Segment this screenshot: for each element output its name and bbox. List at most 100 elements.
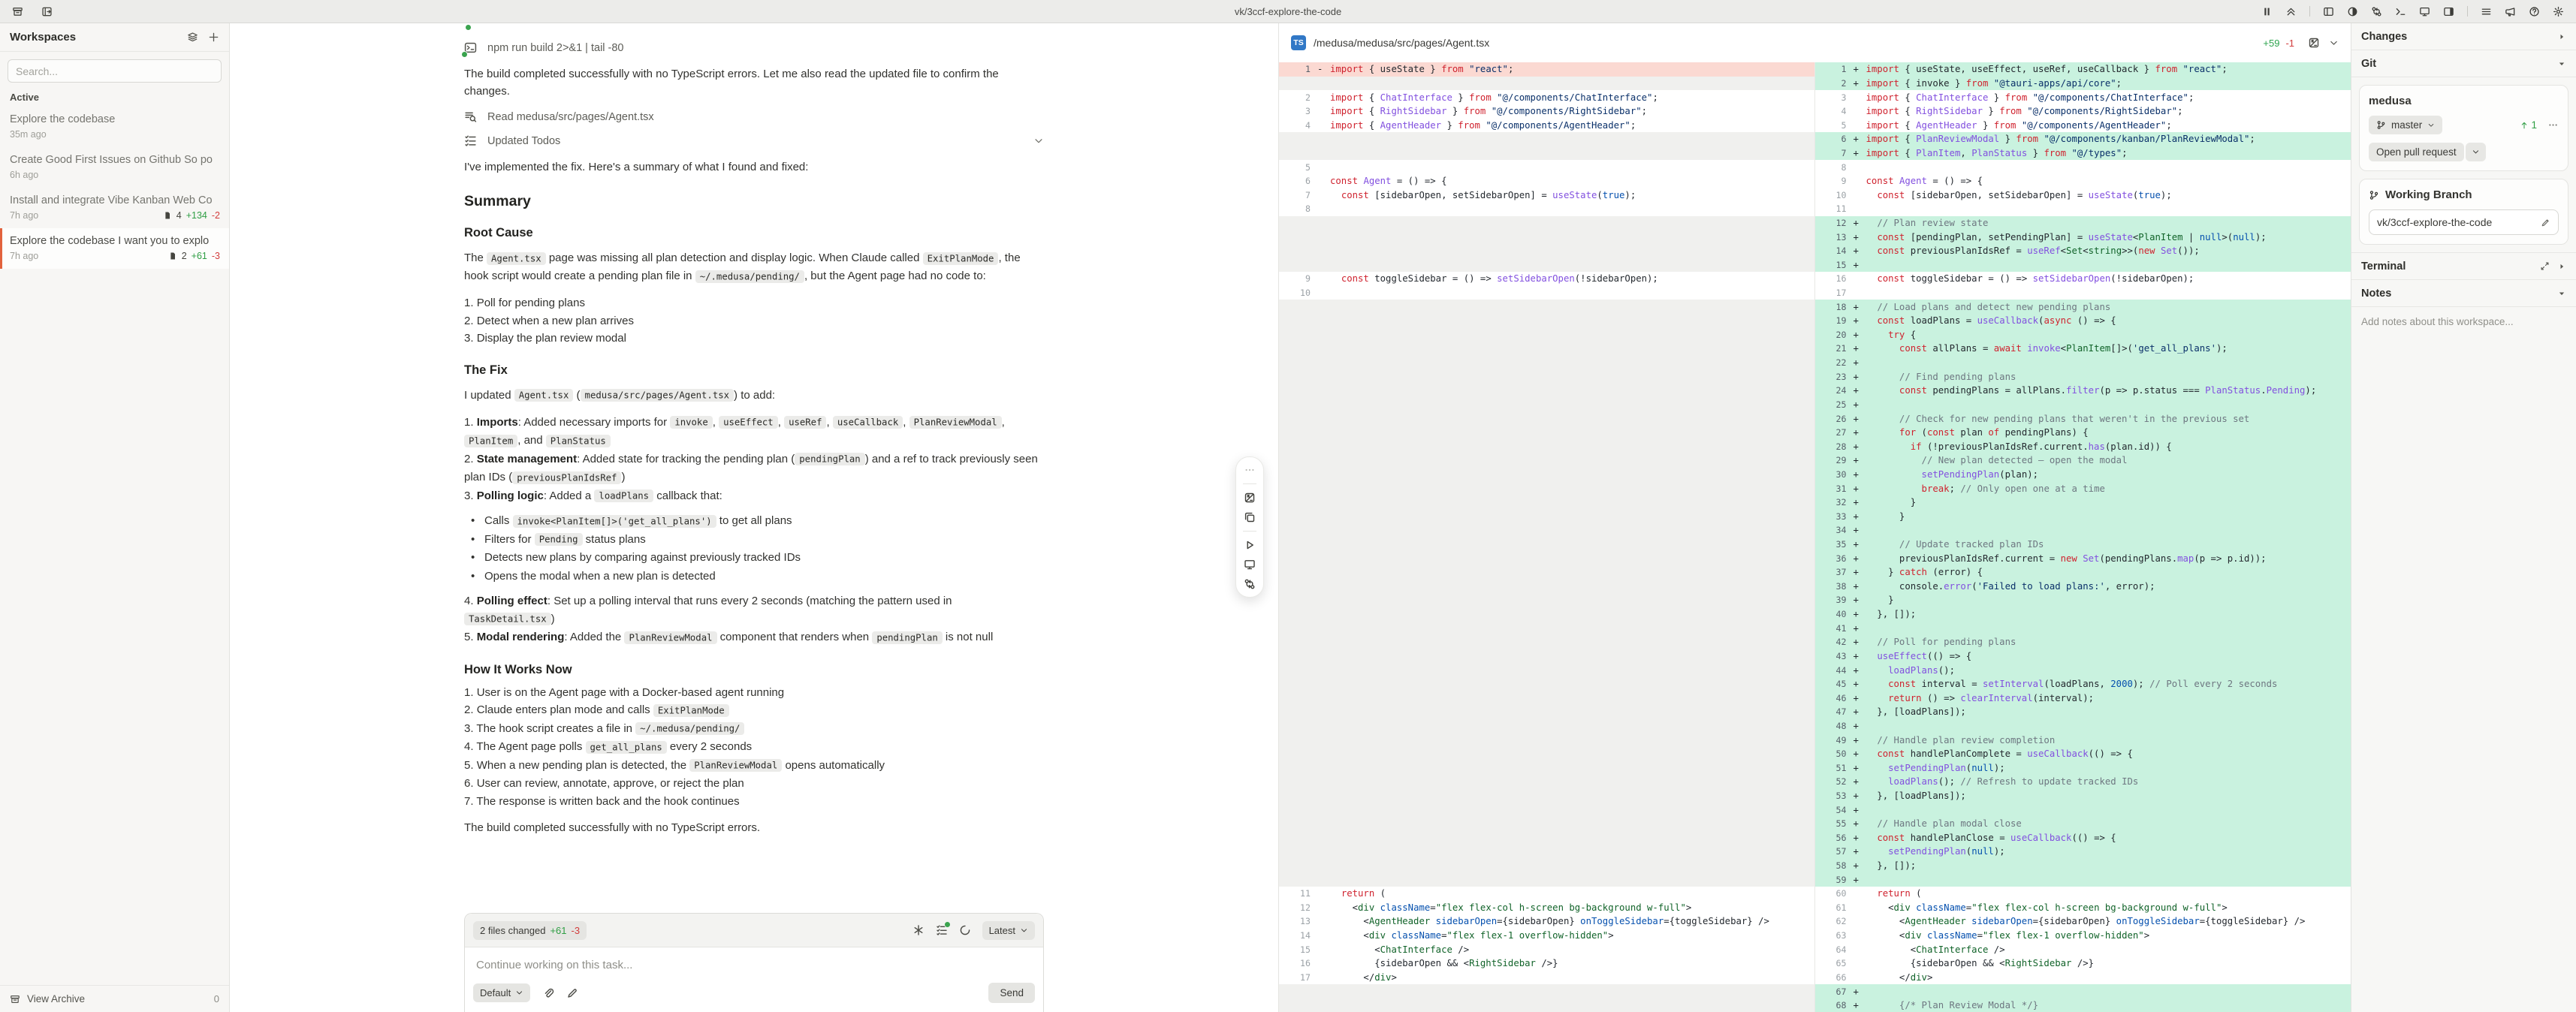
menu-icon[interactable] xyxy=(2481,6,2492,17)
diff-header-actions xyxy=(2308,37,2339,49)
workspace-item[interactable]: Install and integrate Vibe Kanban Web Co… xyxy=(0,188,229,228)
branch-selector[interactable]: master xyxy=(2369,116,2442,134)
tool-call-row[interactable]: Read medusa/src/pages/Agent.tsx xyxy=(464,110,1044,124)
diff-line xyxy=(1279,342,1814,356)
git-compare-icon[interactable] xyxy=(2371,6,2382,17)
diff-line: 7 const [sidebarOpen, setSidebarOpen] = … xyxy=(1279,188,1814,202)
workspace-item-time: 6h ago xyxy=(10,170,38,180)
panel-collapse-icon[interactable] xyxy=(41,6,53,17)
inline-code: invoke xyxy=(670,416,712,429)
diff-line xyxy=(1279,510,1814,524)
open-pull-request-button[interactable]: Open pull request xyxy=(2369,143,2464,161)
list-item: 2. Claude enters plan mode and calls Exi… xyxy=(464,701,1044,720)
workspace-search-wrap xyxy=(0,52,229,87)
diff-line: 59+ xyxy=(1815,872,2351,887)
terminal-icon[interactable] xyxy=(2395,6,2406,17)
diff-toggle-icon[interactable] xyxy=(1244,492,1256,504)
search-input[interactable] xyxy=(8,59,222,83)
list-item: 3. Display the plan review modal xyxy=(464,330,1044,348)
panel-right-icon[interactable] xyxy=(2443,6,2454,17)
mode-dropdown[interactable]: Default xyxy=(473,983,530,1002)
ordered-list: 4. Polling effect: Set up a polling inte… xyxy=(464,592,1044,647)
monitor-icon[interactable] xyxy=(2419,6,2430,17)
megaphone-icon[interactable] xyxy=(2505,6,2516,17)
workspace-item[interactable]: Create Good First Issues on Github So po… xyxy=(0,147,229,188)
inline-code: TaskDetail.tsx xyxy=(464,613,551,625)
diff-line: 31+ break; // Only open one at a time xyxy=(1815,481,2351,495)
tool-call-row[interactable]: Updated Todos xyxy=(464,134,1044,148)
git-compare-icon[interactable] xyxy=(1244,578,1256,590)
title-bar: vk/3ccf-explore-the-code xyxy=(0,0,2576,23)
diff-line xyxy=(1279,705,1814,719)
workspace-item[interactable]: Explore the codebase I want you to explo… xyxy=(0,228,229,269)
terminal-section-header[interactable]: Terminal xyxy=(2351,252,2576,280)
pr-options-button[interactable] xyxy=(2466,143,2486,161)
notes-section-header[interactable]: Notes xyxy=(2351,280,2576,307)
diff-line xyxy=(1279,621,1814,635)
send-button[interactable]: Send xyxy=(988,983,1035,1003)
diff-line xyxy=(1279,761,1814,775)
dots-icon[interactable] xyxy=(1244,464,1256,476)
todos-status-icon[interactable] xyxy=(936,924,948,936)
tool-call-label: Updated Todos xyxy=(487,135,560,147)
pane-divider-toolbar xyxy=(1235,456,1264,598)
more-options-icon[interactable] xyxy=(2547,119,2559,131)
latest-dropdown[interactable]: Latest xyxy=(982,921,1035,940)
status-green-dot xyxy=(466,25,471,30)
diff-line: 3import { RightSidebar } from "@/compone… xyxy=(1279,104,1814,119)
diff-view-toggle-icon[interactable] xyxy=(2308,37,2320,49)
expand-icon[interactable] xyxy=(2540,261,2550,271)
plus-icon[interactable] xyxy=(208,32,219,43)
copy-icon[interactable] xyxy=(1244,511,1256,523)
typescript-file-badge: TS xyxy=(1291,35,1306,50)
attach-icon[interactable] xyxy=(542,987,554,999)
diff-line xyxy=(1279,845,1814,859)
contrast-icon[interactable] xyxy=(2347,6,2358,17)
help-icon[interactable] xyxy=(2529,6,2540,17)
diff-line: 7+import { PlanItem, PlanStatus } from "… xyxy=(1815,146,2351,161)
working-branch-field[interactable]: vk/3ccf-explore-the-code xyxy=(2369,209,2559,235)
git-section-header[interactable]: Git xyxy=(2351,50,2576,77)
diff-line: 52+ loadPlans(); // Refresh to update tr… xyxy=(1815,775,2351,789)
changes-section-header[interactable]: Changes xyxy=(2351,23,2576,50)
status-green-dot xyxy=(944,921,951,928)
inline-code: useRef xyxy=(784,416,826,429)
diff-line xyxy=(1279,132,1814,146)
archive-icon[interactable] xyxy=(12,6,23,17)
chevrons-up-icon[interactable] xyxy=(2285,6,2297,17)
archive-icon xyxy=(10,994,20,1004)
collapse-diff-icon[interactable] xyxy=(2329,38,2339,48)
chat-heading: Summary xyxy=(464,193,1044,210)
inline-code: useCallback xyxy=(833,416,903,429)
deleted-lines: -3 xyxy=(212,251,220,261)
diff-line: 14+ const previousPlanIdsRef = useRef<Se… xyxy=(1815,244,2351,258)
workspace-item[interactable]: Explore the codebase35m ago xyxy=(0,107,229,147)
workspace-item-title: Create Good First Issues on Github So po xyxy=(10,154,220,166)
list-item: Detects new plans by comparing against p… xyxy=(464,549,1044,568)
chevron-down-icon[interactable] xyxy=(1033,136,1044,146)
panel-left-icon[interactable] xyxy=(2323,6,2334,17)
diff-new-side: 1+import { useState, useEffect, useRef, … xyxy=(1815,62,2351,1012)
diff-line: 25+ xyxy=(1815,398,2351,412)
list-item: 1. User is on the Agent page with a Dock… xyxy=(464,684,1044,702)
conversation-content: npm run build 2>&1 | tail -80The build c… xyxy=(464,23,1044,836)
message-input[interactable] xyxy=(475,958,1036,972)
files-changed-chip[interactable]: 2 files changed +61 -3 xyxy=(473,921,587,940)
list-item: 4. The Agent page polls get_all_plans ev… xyxy=(464,738,1044,757)
tool-call-row[interactable]: npm run build 2>&1 | tail -80 xyxy=(464,41,1044,55)
diff-line: 11 xyxy=(1815,202,2351,216)
monitor-icon[interactable] xyxy=(1244,559,1256,571)
layers-icon[interactable] xyxy=(187,32,198,43)
diff-line xyxy=(1279,356,1814,370)
list-item: 4. Polling effect: Set up a polling inte… xyxy=(464,592,1044,628)
play-icon[interactable] xyxy=(1244,539,1256,551)
inline-code: ExitPlanMode xyxy=(653,704,729,717)
notes-placeholder[interactable]: Add notes about this workspace... xyxy=(2351,307,2576,336)
pause-icon[interactable] xyxy=(2261,6,2273,17)
inline-code: ~/.medusa/pending/ xyxy=(635,722,744,735)
annotate-icon[interactable] xyxy=(566,987,578,999)
diff-line xyxy=(1279,453,1814,468)
gear-icon[interactable] xyxy=(2553,6,2564,17)
view-archive-button[interactable]: View Archive 0 xyxy=(0,985,229,1012)
sparkle-icon[interactable] xyxy=(912,924,925,936)
